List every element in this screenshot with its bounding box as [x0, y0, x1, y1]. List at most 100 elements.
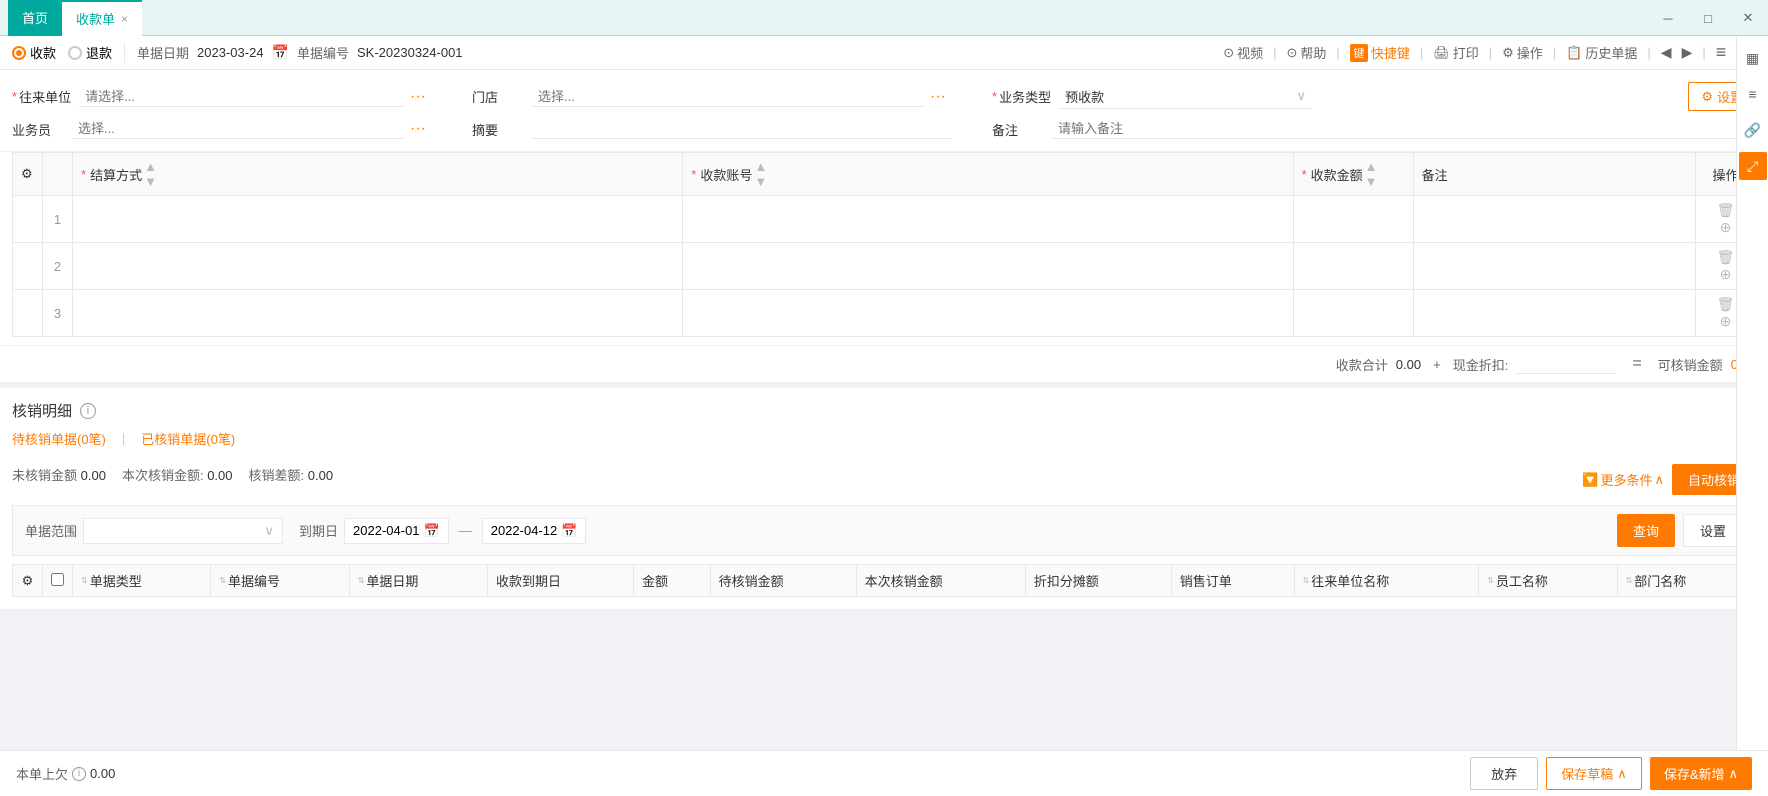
tab-close-icon[interactable]: ×	[121, 12, 128, 26]
save-new-button[interactable]: 保存&新增 ∧	[1650, 757, 1752, 790]
table-settings-header[interactable]: ⚙	[13, 153, 43, 196]
refund-radio-dot	[68, 46, 82, 60]
save-new-arrow-icon: ∧	[1728, 766, 1738, 782]
refund-radio-label: 退款	[86, 43, 112, 62]
menu-icon[interactable]: ≡	[1716, 42, 1727, 63]
row1-account[interactable]	[683, 196, 1293, 243]
store-input[interactable]	[532, 87, 924, 107]
staff-more-button[interactable]: ···	[404, 120, 432, 138]
row1-settlement[interactable]	[73, 196, 683, 243]
verify-settings-header[interactable]: ⚙	[13, 565, 43, 597]
settlement-sort-icon[interactable]: ▲▼	[144, 159, 157, 189]
verify-info-icon[interactable]: i	[80, 403, 96, 419]
pending-tab[interactable]: 待核销单据(0笔)	[12, 429, 106, 448]
video-button[interactable]: ⊙ 视频	[1223, 43, 1263, 62]
store-more-button[interactable]: ···	[924, 88, 952, 106]
right-panel-table-icon[interactable]: ▦	[1739, 44, 1767, 72]
help-button[interactable]: ⊙ 帮助	[1287, 43, 1327, 62]
nav-next-icon[interactable]: ▶	[1682, 44, 1693, 61]
row2-account[interactable]	[683, 243, 1293, 290]
verify-tabs: 待核销单据(0笔) | 已核销单据(0笔)	[12, 429, 235, 448]
right-panel-link-icon[interactable]: 🔗	[1739, 116, 1767, 144]
done-tab[interactable]: 已核销单据(0笔)	[141, 429, 235, 448]
discount-input[interactable]	[1516, 354, 1616, 374]
diff-label: 核销差额:	[249, 468, 305, 483]
maximize-button[interactable]: □	[1688, 0, 1728, 36]
verify-filter-area: 单据范围 ∨ 到期日 2022-04-01 📅 — 2022-04-12 📅	[12, 505, 1756, 556]
filter-right-buttons: 查询 设置	[1617, 514, 1743, 547]
row3-copy-icon[interactable]: ⊕	[1720, 313, 1732, 329]
date-from-input[interactable]: 2022-04-01 📅	[344, 518, 449, 544]
calendar-from-icon[interactable]: 📅	[424, 523, 440, 539]
carry-over-label: 本单上欠	[16, 764, 68, 783]
bill-no-label: 单据编号	[297, 43, 349, 62]
row1-amount[interactable]	[1293, 196, 1413, 243]
print-button[interactable]: 🖨 打印	[1433, 43, 1479, 62]
row3-remark[interactable]	[1413, 290, 1695, 337]
more-conditions-button[interactable]: 🔽 更多条件 ∧	[1582, 470, 1664, 489]
counterpart-input[interactable]	[79, 87, 404, 107]
counterpart-more-button[interactable]: ···	[404, 88, 432, 106]
tab-home-label: 首页	[22, 8, 48, 27]
right-panel-expand-icon[interactable]: ⤢	[1739, 152, 1767, 180]
row1-remark[interactable]	[1413, 196, 1695, 243]
row2-copy-icon[interactable]: ⊕	[1720, 266, 1732, 282]
receipt-radio[interactable]: 收款	[12, 43, 56, 62]
right-panel-list-icon[interactable]: ≡	[1739, 80, 1767, 108]
history-button[interactable]: 📋 历史单据	[1566, 43, 1637, 62]
this-time-stat: 本次核销金额: 0.00	[122, 465, 233, 484]
save-draft-label: 保存草稿	[1561, 764, 1613, 783]
counterpart-required-star: *	[12, 89, 17, 104]
tab-home[interactable]: 首页	[8, 0, 62, 36]
calendar-icon[interactable]: 📅	[272, 44, 289, 61]
shortcut-label: 快捷键	[1371, 43, 1410, 62]
summary-input[interactable]	[532, 119, 952, 139]
row3-settlement[interactable]	[73, 290, 683, 337]
account-sort-icon[interactable]: ▲▼	[754, 159, 767, 189]
row2-amount[interactable]	[1293, 243, 1413, 290]
row2-remark[interactable]	[1413, 243, 1695, 290]
row2-delete-icon[interactable]: 🗑	[1717, 249, 1735, 265]
row2-settlement[interactable]	[73, 243, 683, 290]
staff-input[interactable]	[72, 119, 404, 139]
operation-button[interactable]: ⚙ 操作	[1502, 43, 1543, 62]
main-toolbar: 收款 退款 单据日期 2023-03-24 📅 单据编号 SK-20230324…	[0, 36, 1768, 70]
table-amount-header: * 收款金额 ▲▼	[1293, 153, 1413, 196]
receipt-radio-dot	[12, 46, 26, 60]
verify-bill-type-header: ⇅ 单据类型	[73, 565, 211, 597]
row3-amount[interactable]	[1293, 290, 1413, 337]
close-button[interactable]: ✕	[1728, 0, 1768, 36]
row3-delete-icon[interactable]: 🗑	[1717, 296, 1735, 312]
business-type-value: 预收款	[1065, 87, 1104, 106]
query-button[interactable]: 查询	[1617, 514, 1675, 547]
tab-receipt[interactable]: 收款单 ×	[62, 0, 142, 36]
minimize-button[interactable]: ─	[1648, 0, 1688, 36]
refund-radio[interactable]: 退款	[68, 43, 112, 62]
amount-sort-icon[interactable]: ▲▼	[1365, 159, 1378, 189]
select-all-checkbox[interactable]	[51, 573, 64, 586]
date-to-input[interactable]: 2022-04-12 📅	[482, 518, 587, 544]
uncancelled-value: 0.00	[81, 468, 106, 483]
carry-over-info-icon[interactable]: i	[72, 767, 86, 781]
row1-delete-icon[interactable]: 🗑	[1717, 202, 1735, 218]
business-type-select[interactable]: 预收款 ∨	[1059, 85, 1312, 109]
store-field: 门店 ···	[472, 87, 952, 107]
verify-bill-date-sort-icon: ⇅	[358, 576, 365, 585]
summary-label: 摘要	[472, 120, 532, 139]
due-date-filter-field: 到期日 2022-04-01 📅 — 2022-04-12 📅	[299, 518, 586, 544]
filter-settings-button[interactable]: 设置	[1683, 514, 1743, 547]
calendar-to-icon[interactable]: 📅	[561, 523, 577, 539]
remark-field: 备注	[992, 119, 1756, 139]
shortcut-button[interactable]: 键 快捷键	[1350, 43, 1410, 62]
verify-title-text: 核销明细	[12, 400, 72, 421]
help-icon: ⊙	[1287, 45, 1298, 61]
save-draft-button[interactable]: 保存草稿 ∧	[1546, 757, 1642, 790]
row1-copy-icon[interactable]: ⊕	[1720, 219, 1732, 235]
verify-pending-header: 待核销金额	[710, 565, 856, 597]
abandon-button[interactable]: 放弃	[1470, 757, 1538, 790]
nav-prev-icon[interactable]: ◀	[1661, 44, 1672, 61]
diff-value: 0.00	[308, 468, 333, 483]
range-select[interactable]: ∨	[83, 518, 283, 544]
remark-input[interactable]	[1052, 119, 1756, 139]
row3-account[interactable]	[683, 290, 1293, 337]
